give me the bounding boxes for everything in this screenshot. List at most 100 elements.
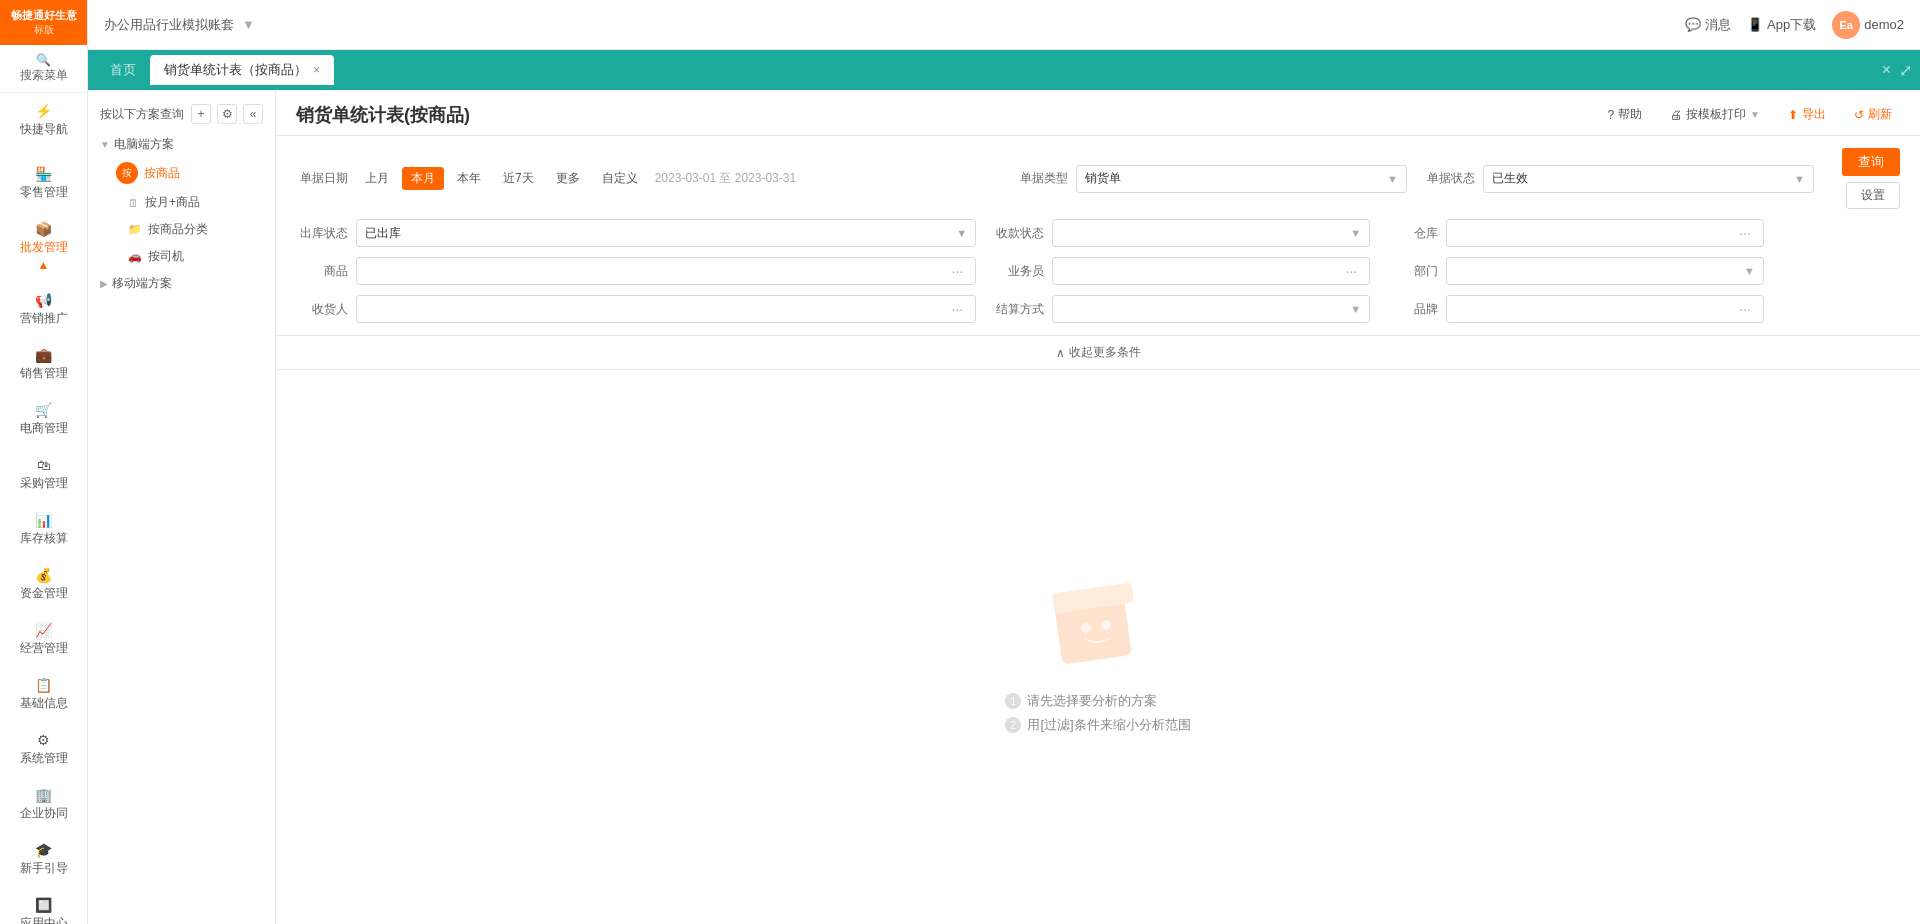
filter-receiver-select[interactable]: ··· (356, 295, 976, 323)
sidebar-item-retail[interactable]: 🏪 零售管理 (0, 156, 87, 211)
date-range-label: 2023-03-01 至 2023-03-31 (655, 170, 796, 187)
scheme-collapse-button[interactable]: « (243, 104, 263, 124)
date-tag-last-7[interactable]: 近7天 (494, 167, 543, 190)
tab-bar: 首页 销货单统计表（按商品） × × ⤢ (88, 50, 1920, 90)
app-name: 畅捷通好生意 (11, 8, 77, 23)
sidebar-item-wholesale[interactable]: 📦 批发管理 ▲ (0, 211, 87, 282)
window-close-button[interactable]: × (1882, 61, 1891, 79)
scheme-cashier-icon: 🚗 (128, 250, 142, 263)
inventory-icon: 📊 (35, 512, 52, 528)
sidebar-item-enterprise[interactable]: 🏢 企业协同 (0, 777, 87, 832)
filter-doc-type-label: 单据类型 (1016, 170, 1068, 187)
wholesale-icon: 📦 (35, 221, 52, 237)
breadcrumb-dropdown-icon[interactable]: ▼ (242, 17, 255, 32)
filter-doc-status-label: 单据状态 (1423, 170, 1475, 187)
filter-salesperson: 业务员 ··· (992, 257, 1370, 285)
window-expand-button[interactable]: ⤢ (1899, 61, 1912, 80)
collapse-button[interactable]: ∧ 收起更多条件 (1044, 342, 1153, 363)
filter-payment-status-select[interactable]: ▼ (1052, 219, 1370, 247)
finance-icon: 💰 (35, 567, 52, 583)
filter-warehouse-label: 仓库 (1386, 225, 1438, 242)
message-label: 消息 (1705, 16, 1731, 34)
user-profile-button[interactable]: Ea demo2 (1832, 11, 1904, 39)
scheme-month-icon: 🗓 (128, 197, 139, 209)
sidebar-item-quick-nav[interactable]: ⚡ 快捷导航 (0, 93, 87, 148)
date-tag-more[interactable]: 更多 (547, 167, 589, 190)
query-button[interactable]: 查询 (1842, 148, 1900, 176)
filter-warehouse-select[interactable]: ··· (1446, 219, 1764, 247)
product-dots-icon[interactable]: ··· (948, 263, 968, 279)
sidebar-item-system[interactable]: ⚙ 系统管理 (0, 722, 87, 777)
filter-brand-select[interactable]: ··· (1446, 295, 1764, 323)
help-button[interactable]: ? 帮助 (1599, 102, 1650, 127)
filter-payment-method-select[interactable]: ▼ (1052, 295, 1370, 323)
scheme-add-button[interactable]: + (191, 104, 211, 124)
scheme-category-pc[interactable]: ▼ 电脑端方案 (88, 132, 275, 157)
sidebar-item-basic[interactable]: 📋 基础信息 (0, 667, 87, 722)
export-button[interactable]: ⬆ 导出 (1780, 102, 1834, 127)
header-left: 办公用品行业模拟账套 ▼ (104, 16, 255, 34)
print-button[interactable]: 🖨 按模板打印 ▼ (1662, 102, 1768, 127)
scheme-item-by-cashier[interactable]: 🚗 按司机 (88, 243, 275, 270)
date-tag-custom[interactable]: 自定义 (593, 167, 647, 190)
purchase-icon: 🛍 (37, 457, 51, 473)
search-menu-button[interactable]: 🔍 搜索菜单 (0, 45, 87, 93)
settings-button[interactable]: 设置 (1846, 182, 1900, 209)
filter-doc-type-select[interactable]: 销货单 ▼ (1076, 165, 1407, 193)
app-download-button[interactable]: 📱 App下载 (1747, 16, 1816, 34)
print-icon: 🖨 (1670, 108, 1682, 122)
filter-warehouse-status-value: 已出库 (365, 225, 401, 242)
scheme-item-by-product[interactable]: 按 按商品 (88, 157, 275, 189)
salesperson-dots-icon[interactable]: ··· (1341, 263, 1361, 279)
tab-sales-stats[interactable]: 销货单统计表（按商品） × (150, 55, 334, 85)
filter-department-label: 部门 (1386, 263, 1438, 280)
empty-area: 1 请先选择要分析的方案 2 用[过滤]条件来缩小分析范围 (276, 370, 1920, 924)
filter-department-select[interactable]: ▼ (1446, 257, 1764, 285)
brand-dots-icon[interactable]: ··· (1735, 301, 1755, 317)
scheme-item-by-category[interactable]: 📁 按商品分类 (88, 216, 275, 243)
warehouse-dots-icon[interactable]: ··· (1735, 225, 1755, 241)
tip-num-1: 1 (1005, 693, 1021, 709)
sidebar-item-purchase[interactable]: 🛍 采购管理 (0, 447, 87, 502)
sidebar-item-ecommerce[interactable]: 🛒 电商管理 (0, 392, 87, 447)
scheme-mobile-label: 移动端方案 (112, 275, 172, 292)
refresh-button[interactable]: ↺ 刷新 (1846, 102, 1900, 127)
export-label: 导出 (1802, 106, 1826, 123)
quick-nav-label: 快捷导航 (20, 121, 68, 138)
operations-icon: 📈 (35, 622, 52, 638)
scheme-item-by-month-product[interactable]: 🗓 按月+商品 (88, 189, 275, 216)
filter-doc-status-select[interactable]: 已生效 ▼ (1483, 165, 1814, 193)
filter-receiver-label: 收货人 (296, 301, 348, 318)
sidebar-item-sales[interactable]: 💼 销售管理 (0, 337, 87, 392)
date-tag-last-month[interactable]: 上月 (356, 167, 398, 190)
tip-num-2: 2 (1005, 717, 1021, 733)
message-button[interactable]: 💬 消息 (1685, 16, 1731, 34)
tab-home[interactable]: 首页 (96, 55, 150, 85)
date-tag-this-year[interactable]: 本年 (448, 167, 490, 190)
tab-home-label: 首页 (110, 61, 136, 79)
sidebar-item-marketing[interactable]: 📢 营销推广 (0, 282, 87, 337)
filter-salesperson-select[interactable]: ··· (1052, 257, 1370, 285)
filter-warehouse-status-select[interactable]: 已出库 ▼ (356, 219, 976, 247)
scheme-settings-button[interactable]: ⚙ (217, 104, 237, 124)
filter-product-select[interactable]: ··· (356, 257, 976, 285)
svg-point-3 (1101, 620, 1111, 630)
filter-department: 部门 ▼ (1386, 257, 1764, 285)
collapse-chevron-icon: ∧ (1056, 346, 1065, 360)
sidebar-item-operations[interactable]: 📈 经营管理 (0, 612, 87, 667)
sidebar-item-apps[interactable]: 🔲 应用中心 (0, 887, 87, 924)
scheme-category-mobile[interactable]: ▶ 移动端方案 (88, 270, 275, 297)
receiver-dots-icon[interactable]: ··· (948, 301, 968, 317)
doc-status-chevron-icon: ▼ (1794, 173, 1805, 185)
search-menu-label: 搜索菜单 (6, 67, 81, 84)
tab-close-icon[interactable]: × (313, 63, 320, 77)
sidebar-item-guide[interactable]: 🎓 新手引导 (0, 832, 87, 887)
date-tag-this-month[interactable]: 本月 (402, 167, 444, 190)
basic-icon: 📋 (35, 677, 52, 693)
sales-icon: 💼 (35, 347, 52, 363)
filter-row-1: 单据日期 上月 本月 本年 近7天 更多 自定义 2023-03-01 至 20… (296, 148, 1900, 209)
date-filter: 上月 本月 本年 近7天 更多 自定义 2023-03-01 至 2023-03… (356, 167, 796, 190)
collapse-label: 收起更多条件 (1069, 344, 1141, 361)
sidebar-item-finance[interactable]: 💰 资金管理 (0, 557, 87, 612)
sidebar-item-inventory[interactable]: 📊 库存核算 (0, 502, 87, 557)
